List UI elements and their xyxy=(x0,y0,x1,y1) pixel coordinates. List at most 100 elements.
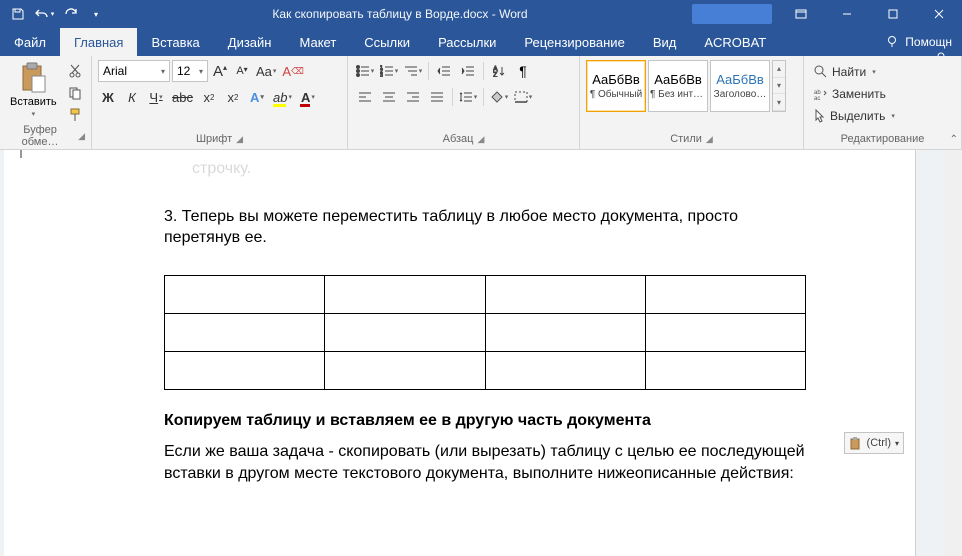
paste-options-button[interactable]: (Ctrl) ▾ xyxy=(844,432,904,454)
tab-acrobat[interactable]: ACROBAT xyxy=(690,28,780,56)
tab-design[interactable]: Дизайн xyxy=(214,28,286,56)
ribbon-display-button[interactable] xyxy=(778,0,824,28)
replace-icon: abac xyxy=(814,88,828,100)
format-painter-button[interactable] xyxy=(65,106,85,124)
group-paragraph-label: Абзац xyxy=(443,133,474,145)
align-center-button[interactable] xyxy=(378,86,400,108)
grow-font-button[interactable]: A▴ xyxy=(210,60,230,82)
chevron-down-icon: ▾ xyxy=(895,439,899,448)
account-area[interactable] xyxy=(692,4,772,24)
align-left-button[interactable] xyxy=(354,86,376,108)
tab-home[interactable]: Главная xyxy=(60,28,137,56)
section-heading: Копируем таблицу и вставляем ее в другую… xyxy=(164,410,806,432)
chevron-down-icon[interactable]: ▾ xyxy=(161,67,165,76)
decrease-indent-button[interactable] xyxy=(433,60,455,82)
style-normal[interactable]: АаБбВв¶ Обычный xyxy=(586,60,646,112)
paragraph-intro: Если же ваша задача - скопировать (или в… xyxy=(164,441,806,484)
increase-indent-button[interactable] xyxy=(457,60,479,82)
tab-mailings[interactable]: Рассылки xyxy=(424,28,510,56)
paragraph-launcher[interactable]: ◢ xyxy=(477,134,484,145)
tab-file[interactable]: Файл xyxy=(0,28,60,56)
vertical-scrollbar[interactable] xyxy=(944,150,962,556)
group-styles-label: Стили xyxy=(670,133,702,145)
styles-more[interactable]: ▾ xyxy=(773,94,785,111)
minimize-button[interactable] xyxy=(824,0,870,28)
paragraph-3: 3. Теперь вы можете переместить таблицу … xyxy=(164,206,806,249)
group-editing: Найти▾ abacЗаменить Выделить▾ Редактиров… xyxy=(804,56,962,149)
tell-me-text: Помощн xyxy=(905,35,952,49)
collapse-ribbon-button[interactable]: ⌃ xyxy=(950,134,958,145)
bullets-button[interactable]: ▾ xyxy=(354,60,376,82)
close-button[interactable] xyxy=(916,0,962,28)
save-button[interactable] xyxy=(6,2,30,26)
tab-view[interactable]: Вид xyxy=(639,28,691,56)
ribbon-tabs: Файл Главная Вставка Дизайн Макет Ссылки… xyxy=(0,28,962,56)
group-paragraph: ▾ 123▾ ▾ AZ ¶ ▾ ▾ ▾ Абза xyxy=(348,56,580,149)
clear-formatting-button[interactable]: A⌫ xyxy=(280,60,305,82)
text-effects-button[interactable]: A▾ xyxy=(247,86,267,108)
replace-button[interactable]: abacЗаменить xyxy=(810,84,955,104)
qat-customize[interactable]: ▾ xyxy=(84,2,108,26)
change-case-button[interactable]: Aa▾ xyxy=(254,60,278,82)
copy-button[interactable] xyxy=(65,84,85,102)
title-bar: ▾ ▾ Как скопировать таблицу в Ворде.docx… xyxy=(0,0,962,28)
styles-launcher[interactable]: ◢ xyxy=(706,134,713,145)
maximize-button[interactable] xyxy=(870,0,916,28)
bold-button[interactable]: Ж xyxy=(98,86,118,108)
numbering-button[interactable]: 123▾ xyxy=(378,60,400,82)
lightbulb-icon xyxy=(885,35,899,49)
quick-access-toolbar: ▾ ▾ xyxy=(0,2,108,26)
svg-text:3: 3 xyxy=(380,73,383,77)
tab-insert[interactable]: Вставка xyxy=(137,28,213,56)
clipboard-icon xyxy=(19,62,47,94)
paste-label: Вставить xyxy=(10,96,57,108)
chevron-down-icon[interactable]: ▾ xyxy=(199,67,203,76)
style-heading1[interactable]: АаБбВвЗаголово… xyxy=(710,60,770,112)
group-editing-label: Редактирование xyxy=(841,133,925,145)
cut-button[interactable] xyxy=(65,62,85,80)
strikethrough-button[interactable]: abc xyxy=(170,86,195,108)
text-cutoff: строчку. xyxy=(164,158,806,180)
show-marks-button[interactable]: ¶ xyxy=(512,60,534,82)
page[interactable]: строчку. 3. Теперь вы можете переместить… xyxy=(4,150,916,556)
tell-me[interactable]: Помощн xyxy=(885,28,962,56)
font-launcher[interactable]: ◢ xyxy=(236,134,243,145)
font-color-button[interactable]: А▾ xyxy=(298,86,318,108)
clipboard-launcher[interactable]: ◢ xyxy=(78,131,85,142)
find-button[interactable]: Найти▾ xyxy=(810,62,955,82)
document-content[interactable]: строчку. 3. Теперь вы можете переместить… xyxy=(164,158,806,489)
undo-button[interactable]: ▾ xyxy=(32,2,56,26)
style-no-spacing[interactable]: АаБбВв¶ Без инте… xyxy=(648,60,708,112)
select-button[interactable]: Выделить▾ xyxy=(810,106,955,126)
italic-button[interactable]: К xyxy=(122,86,142,108)
group-font: Arial▾ 12▾ A▴ A▾ Aa▾ A⌫ Ж К Ч▾ abc x2 x2… xyxy=(92,56,348,149)
shading-button[interactable]: ▾ xyxy=(488,86,510,108)
underline-button[interactable]: Ч▾ xyxy=(146,86,166,108)
styles-up[interactable]: ▴ xyxy=(773,61,785,78)
align-right-button[interactable] xyxy=(402,86,424,108)
font-name-combo[interactable]: Arial▾ xyxy=(98,60,170,82)
cursor-icon xyxy=(814,109,826,123)
document-table[interactable] xyxy=(164,275,806,390)
tab-references[interactable]: Ссылки xyxy=(350,28,424,56)
sort-button[interactable]: AZ xyxy=(488,60,510,82)
tab-layout[interactable]: Макет xyxy=(285,28,350,56)
line-spacing-button[interactable]: ▾ xyxy=(457,86,479,108)
justify-button[interactable] xyxy=(426,86,448,108)
clipboard-icon xyxy=(849,436,863,450)
document-area: строчку. 3. Теперь вы можете переместить… xyxy=(0,150,962,556)
tab-review[interactable]: Рецензирование xyxy=(510,28,638,56)
multilevel-list-button[interactable]: ▾ xyxy=(402,60,424,82)
borders-button[interactable]: ▾ xyxy=(512,86,534,108)
styles-down[interactable]: ▾ xyxy=(773,78,785,95)
window-controls xyxy=(778,0,962,28)
highlight-button[interactable]: ab▾ xyxy=(271,86,294,108)
group-clipboard-label: Буфер обме… xyxy=(6,124,74,148)
paste-button[interactable]: Вставить ▾ xyxy=(6,60,61,124)
subscript-button[interactable]: x2 xyxy=(199,86,219,108)
font-size-combo[interactable]: 12▾ xyxy=(172,60,208,82)
shrink-font-button[interactable]: A▾ xyxy=(232,60,252,82)
superscript-button[interactable]: x2 xyxy=(223,86,243,108)
ribbon: Вставить ▾ Буфер обме… ◢ Arial▾ 12▾ A▴ A▾… xyxy=(0,56,962,150)
redo-button[interactable] xyxy=(58,2,82,26)
